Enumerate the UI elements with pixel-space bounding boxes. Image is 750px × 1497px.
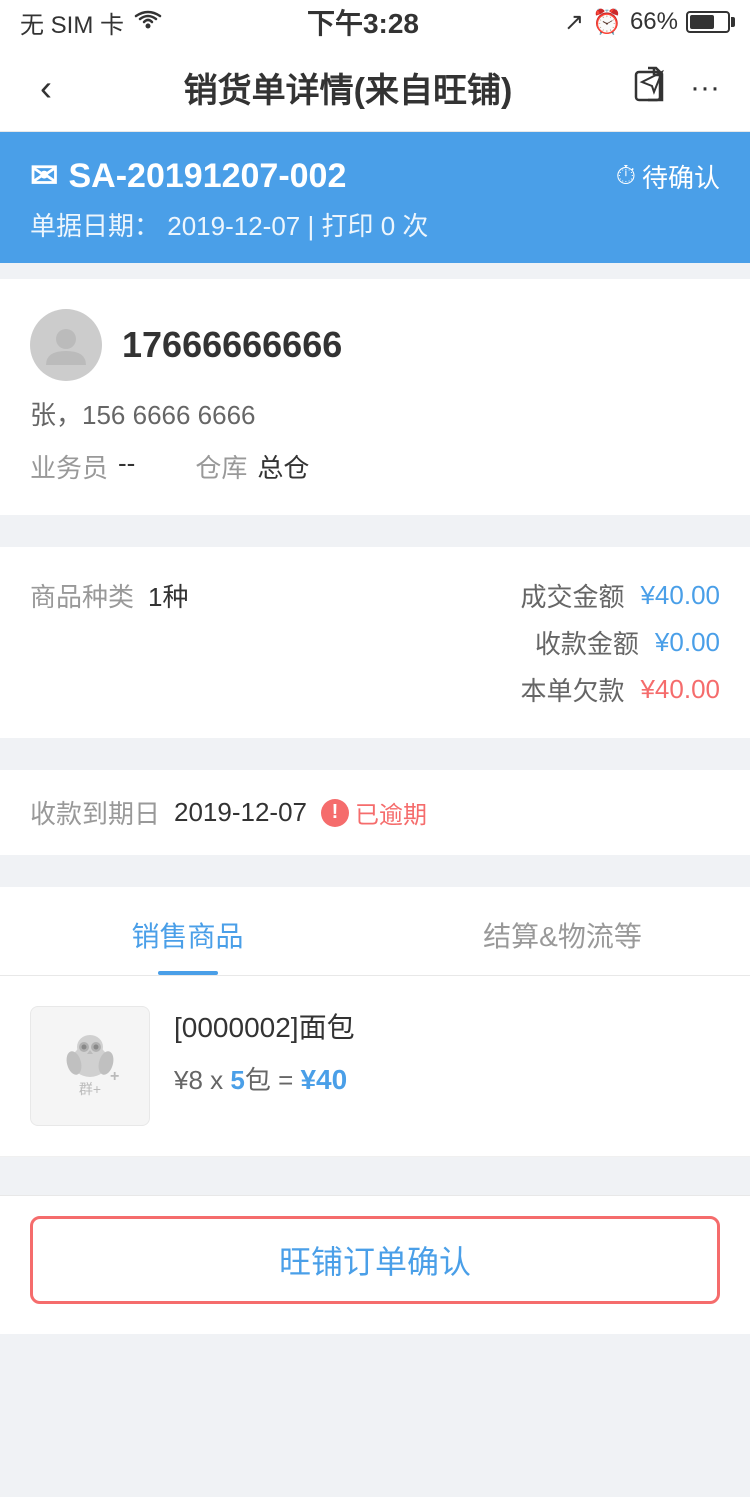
order-status-text: 待确认 — [642, 158, 720, 195]
status-clock-icon: ⏱ — [616, 160, 636, 192]
battery-icon — [686, 11, 730, 33]
amount-deal-label: 成交金额 — [520, 577, 624, 614]
divider-1 — [0, 263, 750, 279]
summary-right: 成交金额 ¥40.00 收款金额 ¥0.00 本单欠款 ¥40.00 — [520, 577, 720, 708]
order-id-text: SA-20191207-002 — [69, 157, 347, 196]
price-label: ¥8 x — [174, 1065, 230, 1095]
warehouse-meta: 仓库 总仓 — [195, 448, 309, 485]
divider-2 — [0, 531, 750, 547]
status-right: ↗ ⏰ 66% — [564, 8, 730, 37]
date-label: 单据日期： — [30, 211, 160, 241]
warehouse-label: 仓库 — [195, 448, 247, 485]
location-icon: ↗ — [564, 8, 584, 37]
share-button[interactable] — [634, 66, 670, 110]
customer-card: 17666666666 张，156 6666 6666 业务员 -- 仓库 总仓 — [0, 279, 750, 515]
order-id: ✉ SA-20191207-002 — [30, 156, 346, 196]
status-bar: 无 SIM 卡 下午3:28 ↗ ⏰ 66% — [0, 0, 750, 44]
page-title: 销货单详情(来自旺铺) — [184, 63, 513, 112]
product-type-value: 1种 — [148, 577, 188, 614]
sales-meta: 业务员 -- — [30, 448, 135, 485]
tab-settlement[interactable]: 结算&物流等 — [375, 887, 750, 975]
amount-owed-value: ¥40.00 — [640, 674, 720, 705]
bottom-bar: 旺铺订单确认 — [0, 1195, 750, 1334]
svg-text:+: + — [110, 1068, 119, 1081]
alarm-icon: ⏰ — [592, 8, 622, 37]
warehouse-value: 总仓 — [257, 448, 309, 485]
wifi-icon — [134, 8, 162, 36]
back-button[interactable]: ‹ — [30, 57, 62, 119]
customer-name: 张，156 6666 6666 — [30, 395, 720, 432]
bottom-spacer — [0, 1377, 750, 1497]
product-info: [0000002]面包 ¥8 x 5包 = ¥40 — [174, 1006, 720, 1126]
qty-value: 5 — [230, 1065, 244, 1095]
amount-paid-value: ¥0.00 — [655, 627, 720, 658]
customer-row: 17666666666 — [30, 309, 720, 381]
product-list: + 群+ [0000002]面包 ¥8 x 5包 = ¥40 — [0, 976, 750, 1157]
due-date-label: 收款到期日 — [30, 794, 160, 831]
carrier-label: 无 SIM 卡 — [20, 5, 124, 40]
more-button[interactable]: ··· — [690, 71, 720, 105]
tab-products[interactable]: 销售商品 — [0, 887, 375, 975]
order-id-icon: ✉ — [30, 156, 59, 196]
sales-label: 业务员 — [30, 448, 108, 485]
tab-settlement-label: 结算&物流等 — [483, 921, 642, 952]
customer-meta: 业务员 -- 仓库 总仓 — [30, 448, 720, 485]
tabs-container: 销售商品 结算&物流等 — [0, 887, 750, 976]
nav-bar: ‹ 销货单详情(来自旺铺) ··· — [0, 44, 750, 132]
confirm-button-label: 旺铺订单确认 — [279, 1237, 471, 1283]
battery-percentage: 66% — [630, 8, 678, 36]
summary-card: 商品种类 1种 成交金额 ¥40.00 收款金额 ¥0.00 本单欠款 ¥40.… — [0, 547, 750, 738]
status-time: 下午3:28 — [307, 2, 419, 42]
print-unit-val: 次 — [402, 211, 428, 241]
total-value: ¥40 — [300, 1064, 347, 1095]
confirm-order-button[interactable]: 旺铺订单确认 — [30, 1216, 720, 1304]
summary-left: 商品种类 1种 — [30, 577, 188, 614]
tab-products-label: 销售商品 — [131, 921, 243, 952]
product-price-row: ¥8 x 5包 = ¥40 — [174, 1060, 720, 1097]
status-left: 无 SIM 卡 — [20, 5, 162, 40]
product-type-item: 商品种类 1种 — [30, 577, 188, 614]
due-date-value: 2019-12-07 — [174, 797, 307, 828]
product-type-label: 商品种类 — [30, 577, 134, 614]
divider-3 — [0, 754, 750, 770]
overdue-badge: ! 已逾期 — [321, 795, 427, 830]
product-item: + 群+ [0000002]面包 ¥8 x 5包 = ¥40 — [0, 976, 750, 1157]
avatar — [30, 309, 102, 381]
sales-value: -- — [118, 448, 135, 485]
amount-owed: 本单欠款 ¥40.00 — [520, 671, 720, 708]
nav-actions: ··· — [634, 66, 720, 110]
print-label: 打印 — [321, 211, 373, 241]
order-status: ⏱ 待确认 — [616, 158, 720, 195]
product-name: [0000002]面包 — [174, 1006, 720, 1046]
order-date-row: 单据日期： 2019-12-07 | 打印 0 次 — [30, 206, 720, 243]
amount-deal: 成交金额 ¥40.00 — [520, 577, 720, 614]
amount-deal-value: ¥40.00 — [640, 580, 720, 611]
order-header: ✉ SA-20191207-002 ⏱ 待确认 单据日期： 2019-12-07… — [0, 132, 750, 263]
print-count-val: 0 — [381, 211, 395, 241]
amount-paid-label: 收款金额 — [535, 624, 639, 661]
separator: | — [307, 211, 321, 241]
divider-4 — [0, 871, 750, 887]
unit-label: 包 = — [245, 1065, 301, 1095]
product-thumbnail: + 群+ — [30, 1006, 150, 1126]
amount-paid: 收款金额 ¥0.00 — [535, 624, 720, 661]
amount-owed-label: 本单欠款 — [520, 671, 624, 708]
customer-phone: 17666666666 — [122, 324, 342, 366]
overdue-warning-icon: ! — [321, 799, 349, 827]
due-date-card: 收款到期日 2019-12-07 ! 已逾期 — [0, 770, 750, 855]
order-date: 2019-12-07 — [167, 211, 300, 241]
order-id-row: ✉ SA-20191207-002 ⏱ 待确认 — [30, 156, 720, 196]
overdue-text: 已逾期 — [355, 795, 427, 830]
